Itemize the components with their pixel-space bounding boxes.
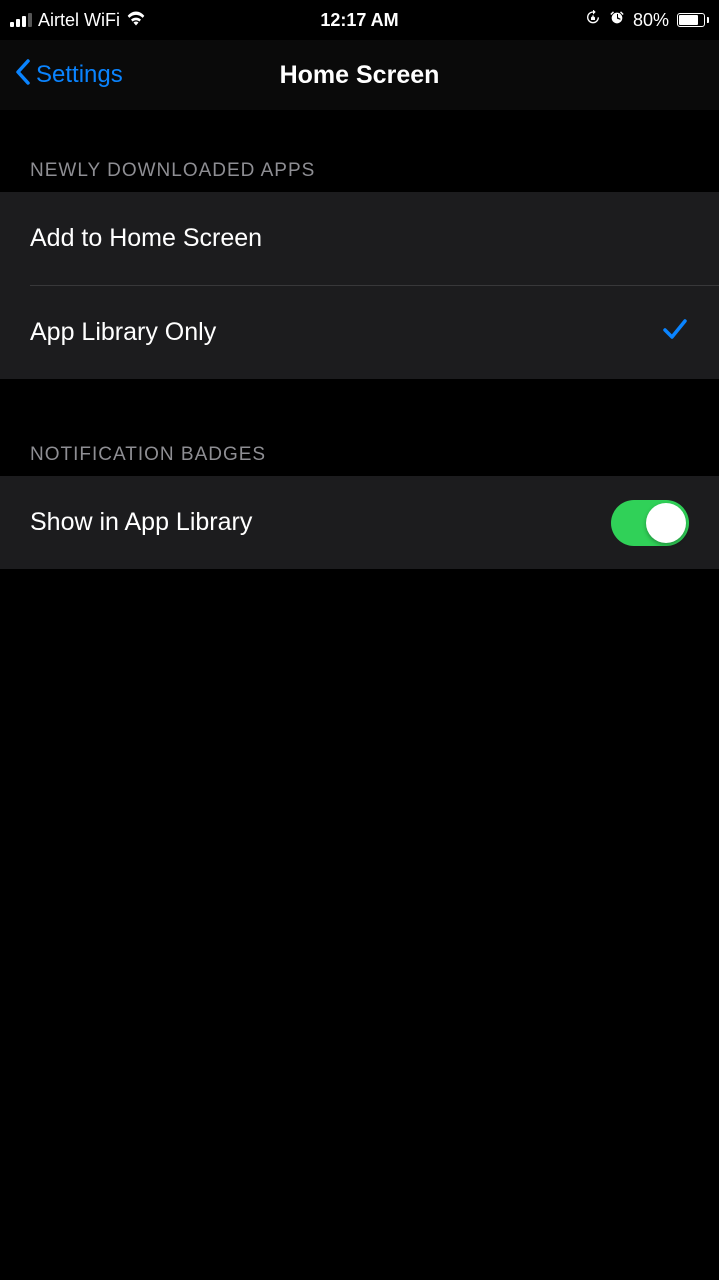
back-button[interactable]: Settings bbox=[14, 58, 123, 93]
option-add-to-home-screen[interactable]: Add to Home Screen bbox=[0, 192, 719, 285]
row-show-in-app-library: Show in App Library bbox=[0, 476, 719, 569]
toggle-show-in-app-library[interactable] bbox=[611, 500, 689, 546]
toggle-label: Show in App Library bbox=[30, 508, 252, 537]
status-right-group: 80% bbox=[585, 10, 709, 31]
cell-group-notification-badges: Show in App Library bbox=[0, 476, 719, 569]
section-header-newly-downloaded: NEWLY DOWNLOADED APPS bbox=[0, 110, 719, 192]
rotation-lock-icon bbox=[585, 10, 601, 31]
chevron-left-icon bbox=[14, 58, 32, 93]
status-left-group: Airtel WiFi bbox=[10, 10, 146, 31]
wifi-icon bbox=[126, 10, 146, 31]
option-app-library-only[interactable]: App Library Only bbox=[0, 286, 719, 379]
page-title: Home Screen bbox=[280, 61, 440, 90]
checkmark-icon bbox=[661, 315, 689, 350]
option-label: Add to Home Screen bbox=[30, 224, 262, 253]
alarm-icon bbox=[609, 10, 625, 31]
status-bar: Airtel WiFi 12:17 AM 80% bbox=[0, 0, 719, 40]
content-area: NEWLY DOWNLOADED APPS Add to Home Screen… bbox=[0, 110, 719, 569]
toggle-knob bbox=[646, 503, 686, 543]
option-label: App Library Only bbox=[30, 318, 216, 347]
battery-icon bbox=[677, 13, 709, 27]
battery-percentage: 80% bbox=[633, 10, 669, 31]
navigation-bar: Settings Home Screen bbox=[0, 40, 719, 110]
status-time: 12:17 AM bbox=[320, 10, 398, 31]
cell-group-newly-downloaded: Add to Home Screen App Library Only bbox=[0, 192, 719, 379]
section-header-notification-badges: NOTIFICATION BADGES bbox=[0, 379, 719, 476]
cellular-signal-icon bbox=[10, 13, 32, 27]
back-label: Settings bbox=[36, 61, 123, 89]
carrier-label: Airtel WiFi bbox=[38, 10, 120, 31]
